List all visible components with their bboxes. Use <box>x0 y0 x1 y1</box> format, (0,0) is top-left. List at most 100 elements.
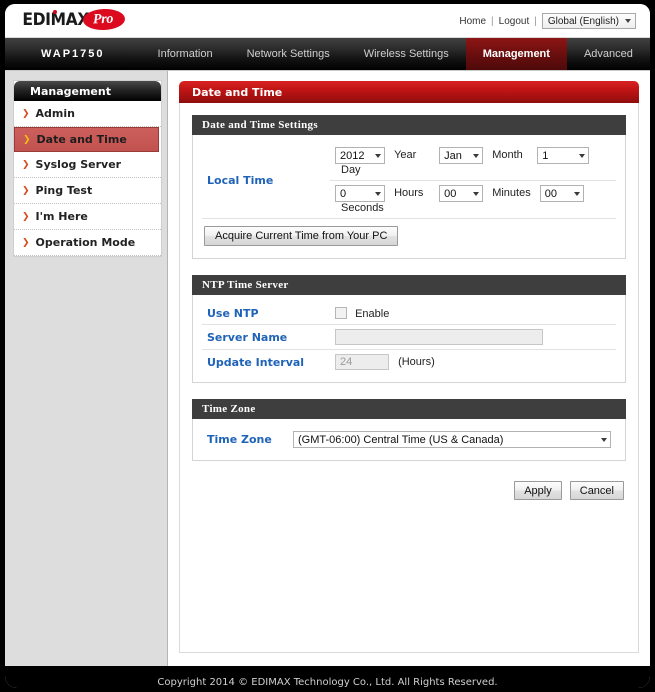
logout-link[interactable]: Logout <box>499 16 530 27</box>
chevron-down-icon <box>473 153 480 158</box>
sidebar-item-date-and-time[interactable]: ❯ Date and Time <box>14 127 159 152</box>
brand-pro-badge: Pro <box>82 8 126 31</box>
browser-frame: EDIMAX Pro Home | Logout | Global (Engli… <box>5 4 650 688</box>
header-bar: EDIMAX Pro Home | Logout | Global (Engli… <box>5 4 650 38</box>
nav-item-management[interactable]: Management <box>465 38 567 70</box>
chevron-down-icon <box>473 191 480 196</box>
language-select-value: Global (English) <box>547 15 619 27</box>
seconds-unit-label: Seconds <box>341 202 384 214</box>
sidebar-item-admin[interactable]: ❯ Admin <box>14 101 161 127</box>
acquire-time-button[interactable]: Acquire Current Time from Your PC <box>204 226 399 246</box>
chevron-right-icon: ❯ <box>22 237 30 248</box>
server-name-label: Server Name <box>202 324 330 350</box>
sidebar-item-syslog-server[interactable]: ❯ Syslog Server <box>14 152 161 178</box>
page-title: Date and Time <box>179 81 639 103</box>
chevron-down-icon <box>579 153 586 158</box>
cancel-button[interactable]: Cancel <box>569 481 624 500</box>
local-time-label: Local Time <box>202 143 330 219</box>
main-nav: WAP1750 Information Network Settings Wir… <box>5 38 650 70</box>
month-select-value: Jan <box>444 149 462 162</box>
update-interval-unit: (Hours) <box>398 355 435 368</box>
nav-item-advanced[interactable]: Advanced <box>567 38 650 70</box>
use-ntp-value: Enable <box>330 303 616 325</box>
update-interval-label: Update Interval <box>207 355 305 369</box>
chevron-right-icon: ❯ <box>22 185 30 196</box>
sidebar-item-label: I'm Here <box>35 210 88 223</box>
time-row: 0 Hours 00 Minutes 00 Seconds <box>330 181 616 219</box>
update-interval-input[interactable]: 24 <box>335 354 389 370</box>
sidebar-panel: Management ❯ Admin ❯ Date and Time ❯ Sys… <box>13 80 162 257</box>
hours-unit-label: Hours <box>394 187 424 200</box>
month-select[interactable]: Jan <box>439 147 484 164</box>
page-content: Date and Time Settings Local Time 2012 Y… <box>179 103 639 653</box>
sidebar-item-label: Operation Mode <box>35 236 136 249</box>
server-name-value <box>330 324 616 350</box>
panel-heading: Date and Time Settings <box>192 115 626 135</box>
minutes-unit-label: Minutes <box>492 187 531 200</box>
timezone-table: Time Zone (GMT-06:00) Central Time (US &… <box>202 427 616 452</box>
day-select[interactable]: 1 <box>537 147 590 164</box>
apply-button[interactable]: Apply <box>514 481 562 500</box>
chevron-right-icon: ❯ <box>23 134 31 145</box>
seconds-select-value: 00 <box>544 187 558 200</box>
ntp-enable-label: Enable <box>355 308 390 320</box>
use-ntp-label: Use NTP <box>202 303 330 325</box>
panel-content: Local Time 2012 Year Jan Month 1 Day 0 H… <box>192 135 626 259</box>
sidebar-item-im-here[interactable]: ❯ I'm Here <box>14 204 161 230</box>
sidebar-item-ping-test[interactable]: ❯ Ping Test <box>14 178 161 204</box>
device-model-label: WAP1750 <box>41 48 105 60</box>
top-links: Home | Logout | Global (English) <box>459 13 636 29</box>
chevron-down-icon <box>625 19 631 23</box>
update-interval-value: 24 (Hours) <box>330 350 616 375</box>
content-area: Date and Time Date and Time Settings Loc… <box>168 71 650 666</box>
sidebar-item-label: Date and Time <box>36 133 127 146</box>
page-body: Management ❯ Admin ❯ Date and Time ❯ Sys… <box>5 70 650 666</box>
nav-item-network-settings[interactable]: Network Settings <box>230 38 347 70</box>
panel-content: Use NTP Enable Server Name Update Interv… <box>192 295 626 383</box>
ntp-enable-checkbox[interactable] <box>335 307 347 319</box>
minutes-select[interactable]: 00 <box>439 185 484 202</box>
local-time-table: Local Time 2012 Year Jan Month 1 Day 0 H… <box>202 143 616 250</box>
nav-item-information[interactable]: Information <box>141 38 230 70</box>
seconds-select[interactable]: 00 <box>539 185 584 202</box>
time-zone-select[interactable]: (GMT-06:00) Central Time (US & Canada) <box>293 431 611 448</box>
sidebar-item-label: Syslog Server <box>35 158 122 171</box>
brand-pro-label: Pro <box>92 11 114 27</box>
ntp-table: Use NTP Enable Server Name Update Interv… <box>202 303 616 374</box>
server-name-input[interactable] <box>335 329 543 345</box>
hours-select-value: 0 <box>340 187 347 200</box>
form-actions: Apply Cancel <box>192 477 626 500</box>
panel-heading: Time Zone <box>192 399 626 419</box>
copyright-text: Copyright 2014 © EDIMAX Technology Co., … <box>157 676 498 688</box>
chevron-down-icon <box>601 437 607 442</box>
sidebar-item-operation-mode[interactable]: ❯ Operation Mode <box>14 230 161 256</box>
logo-dot-icon <box>53 10 57 14</box>
day-select-value: 1 <box>542 149 549 162</box>
time-zone-value: (GMT-06:00) Central Time (US & Canada) <box>288 427 616 452</box>
year-select-value: 2012 <box>340 149 365 162</box>
minutes-select-value: 00 <box>444 187 457 200</box>
chevron-down-icon <box>573 191 580 196</box>
time-zone-label: Time Zone <box>207 433 272 446</box>
sidebar: Management ❯ Admin ❯ Date and Time ❯ Sys… <box>5 71 168 666</box>
year-unit-label: Year <box>394 149 417 162</box>
acquire-row: Acquire Current Time from Your PC <box>202 218 616 250</box>
home-link[interactable]: Home <box>459 16 486 27</box>
nav-item-wireless-settings[interactable]: Wireless Settings <box>347 38 466 70</box>
chevron-down-icon <box>375 153 381 158</box>
chevron-right-icon: ❯ <box>22 108 30 119</box>
panel-content: Time Zone (GMT-06:00) Central Time (US &… <box>192 419 626 461</box>
time-zone-select-value: (GMT-06:00) Central Time (US & Canada) <box>298 433 504 446</box>
panel-ntp-time-server: NTP Time Server Use NTP Enable Server Na… <box>192 275 626 383</box>
language-select[interactable]: Global (English) <box>541 13 636 29</box>
link-separator-2: | <box>534 15 537 27</box>
panel-date-time-settings: Date and Time Settings Local Time 2012 Y… <box>192 115 626 259</box>
year-select[interactable]: 2012 <box>335 147 385 164</box>
hours-select[interactable]: 0 <box>335 185 385 202</box>
panel-time-zone: Time Zone Time Zone (GMT-06:00) Central … <box>192 399 626 461</box>
date-row: 2012 Year Jan Month 1 Day <box>330 143 616 181</box>
day-unit-label: Day <box>341 164 361 176</box>
chevron-down-icon <box>375 191 381 196</box>
chevron-right-icon: ❯ <box>22 211 30 222</box>
